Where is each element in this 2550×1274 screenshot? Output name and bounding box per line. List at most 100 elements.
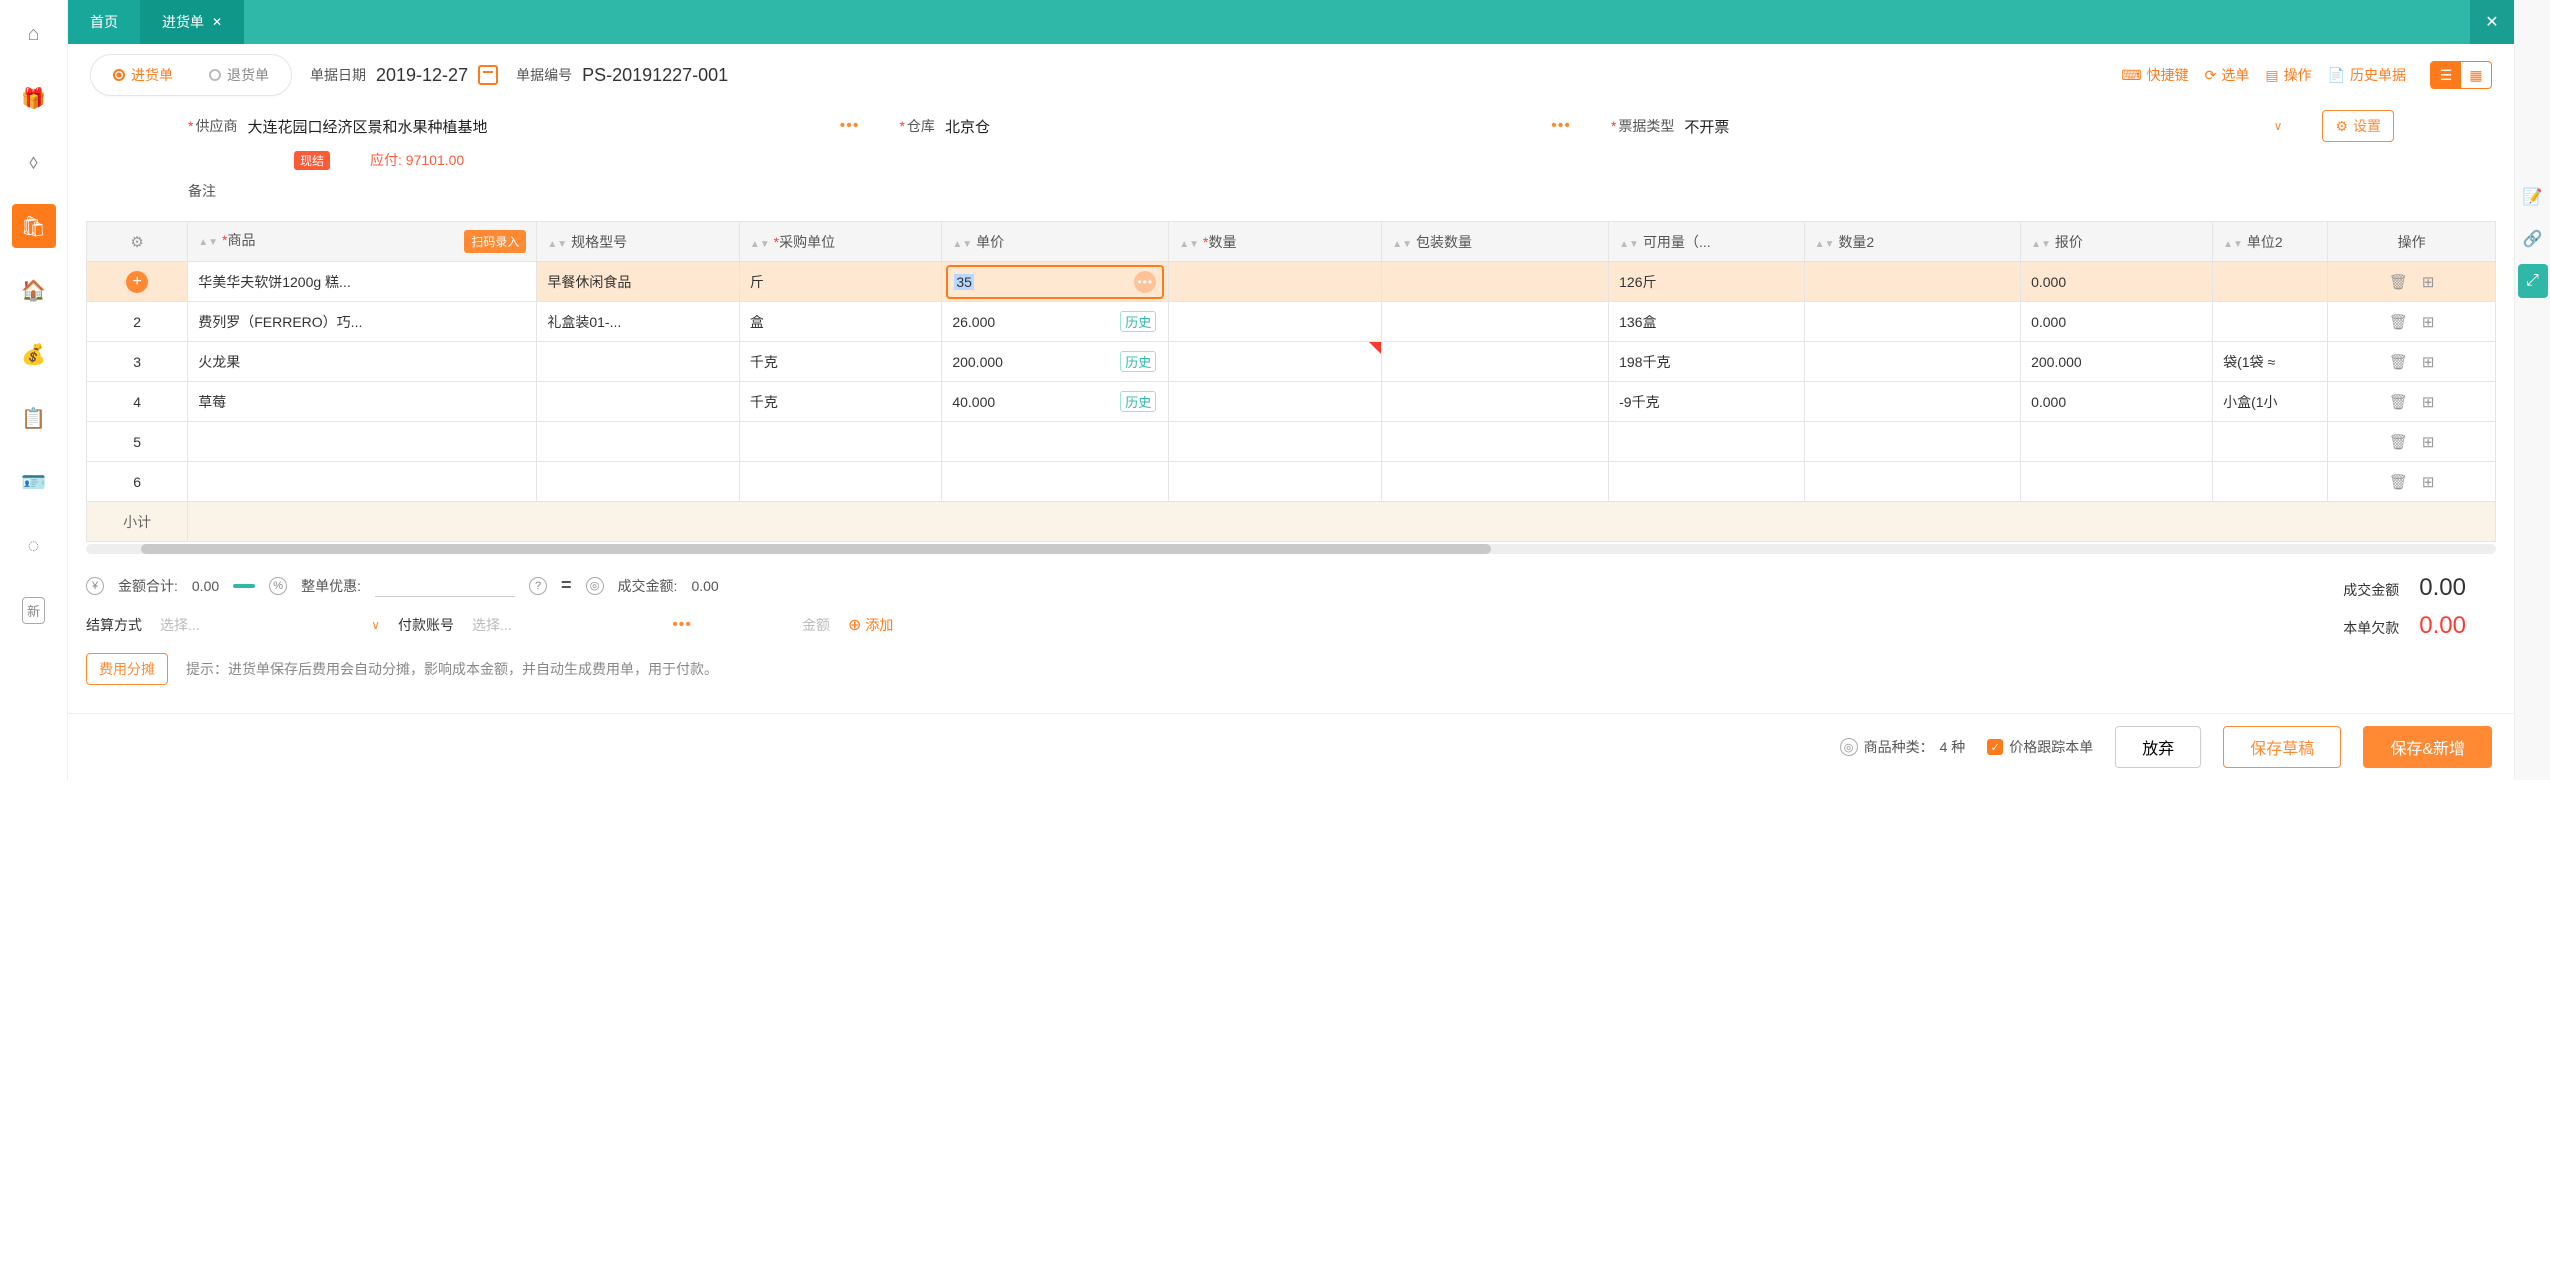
cell-unit2[interactable]: 小盒(1小 — [2213, 382, 2328, 422]
cell-qty2[interactable] — [1804, 302, 2020, 342]
cell-quote[interactable] — [2021, 462, 2213, 502]
id-card-icon[interactable]: 🪪 — [12, 460, 56, 504]
cell-quote[interactable] — [2021, 422, 2213, 462]
money-bag-icon[interactable]: 💰 — [12, 332, 56, 376]
cell-price[interactable]: 40.000 历史 — [942, 382, 1169, 422]
pill-out[interactable]: 退货单 — [191, 61, 287, 89]
history-tag[interactable]: 历史 — [1120, 391, 1156, 412]
delete-row-icon[interactable]: 🗑 — [2389, 353, 2408, 371]
tab-home[interactable]: 首页 — [68, 0, 140, 44]
supplier-more-icon[interactable]: ••• — [840, 117, 860, 135]
cell-qty[interactable] — [1169, 302, 1382, 342]
copy-row-icon[interactable]: ⊞ — [2422, 393, 2435, 411]
cell-qty[interactable] — [1169, 462, 1382, 502]
add-row-icon[interactable]: + — [126, 271, 148, 293]
cell-pack[interactable] — [1382, 462, 1609, 502]
delete-row-icon[interactable]: 🗑 — [2389, 273, 2408, 291]
amount-input[interactable]: 金额 — [710, 615, 830, 635]
close-tab-icon[interactable]: ✕ — [212, 15, 222, 29]
close-window-icon[interactable]: ✕ — [2470, 0, 2514, 44]
clipboard-icon[interactable]: 📋 — [12, 396, 56, 440]
cell-spec[interactable] — [537, 422, 739, 462]
warehouse-value[interactable]: 北京仓 — [945, 116, 990, 137]
tab-purchase[interactable]: 进货单 ✕ — [140, 0, 244, 44]
cell-quote[interactable]: 200.000 — [2021, 342, 2213, 382]
cell-pack[interactable] — [1382, 262, 1609, 302]
delete-row-icon[interactable]: 🗑 — [2389, 433, 2408, 451]
col-price[interactable]: ▲▼单价 — [942, 222, 1169, 262]
col-avail[interactable]: ▲▼可用量（... — [1609, 222, 1805, 262]
col-quote[interactable]: ▲▼报价 — [2021, 222, 2213, 262]
copy-row-icon[interactable]: ⊞ — [2422, 353, 2435, 371]
history-tag[interactable]: 历史 — [1120, 351, 1156, 372]
shortcut-action[interactable]: ⌨快捷键 — [2121, 65, 2188, 85]
bag-icon[interactable]: 🛍 — [12, 204, 56, 248]
view-list-icon[interactable]: ☰ — [2431, 62, 2461, 88]
copy-row-icon[interactable]: ⊞ — [2422, 273, 2435, 291]
cell-unit2[interactable] — [2213, 462, 2328, 502]
cell-product[interactable] — [188, 422, 537, 462]
cell-product[interactable] — [188, 462, 537, 502]
cell-product[interactable]: 火龙果 — [188, 342, 537, 382]
home-alt-icon[interactable]: ⌂ — [12, 12, 56, 56]
price-track[interactable]: ✓ 价格跟踪本单 — [1987, 737, 2093, 757]
payacct-select[interactable]: 选择...••• — [472, 615, 692, 635]
scan-badge[interactable]: 扫码录入 — [464, 230, 526, 253]
cell-unit[interactable] — [739, 462, 941, 502]
cell-unit[interactable]: 盒 — [739, 302, 941, 342]
invoice-chevron-icon[interactable]: ∨ — [2274, 119, 2283, 133]
cell-pack[interactable] — [1382, 302, 1609, 342]
col-spec[interactable]: ▲▼规格型号 — [537, 222, 739, 262]
col-qty2[interactable]: ▲▼数量2 — [1804, 222, 2020, 262]
table-scrollbar[interactable] — [86, 544, 2496, 554]
discard-button[interactable]: 放弃 — [2115, 726, 2201, 768]
pick-action[interactable]: ⟳选单 — [2205, 65, 2250, 85]
cell-qty2[interactable] — [1804, 462, 2020, 502]
expand-icon[interactable]: ⤢ — [2518, 264, 2548, 298]
cell-qty2[interactable] — [1804, 382, 2020, 422]
cell-pack[interactable] — [1382, 382, 1609, 422]
dollar-house-icon[interactable]: ⬨ — [12, 140, 56, 184]
cell-product[interactable]: 草莓 — [188, 382, 537, 422]
cell-qty[interactable] — [1169, 382, 1382, 422]
note-icon[interactable]: 📝 — [2518, 180, 2548, 214]
discount-input[interactable] — [375, 574, 515, 597]
cell-product[interactable]: 费列罗（FERRERO）巧... — [188, 302, 537, 342]
cell-quote[interactable]: 0.000 — [2021, 262, 2213, 302]
delete-row-icon[interactable]: 🗑 — [2389, 313, 2408, 331]
cell-unit2[interactable] — [2213, 302, 2328, 342]
price-more-icon[interactable]: ••• — [1134, 271, 1156, 293]
cell-price[interactable] — [942, 422, 1169, 462]
cell-unit[interactable]: 千克 — [739, 342, 941, 382]
col-product[interactable]: ▲▼*商品扫码录入 — [188, 222, 537, 262]
copy-row-icon[interactable]: ⊞ — [2422, 433, 2435, 451]
col-settings[interactable]: ⚙ — [87, 222, 188, 262]
delete-row-icon[interactable]: 🗑 — [2389, 473, 2408, 491]
copy-row-icon[interactable]: ⊞ — [2422, 473, 2435, 491]
cell-spec[interactable]: 早餐休闲食品 — [537, 262, 739, 302]
pill-in[interactable]: 进货单 — [95, 61, 191, 89]
col-pack[interactable]: ▲▼包装数量 — [1382, 222, 1609, 262]
history-action[interactable]: 📄历史单据 — [2328, 65, 2406, 85]
col-unit[interactable]: ▲▼*采购单位 — [739, 222, 941, 262]
gift-icon[interactable]: 🎁 — [12, 76, 56, 120]
cell-qty[interactable] — [1169, 342, 1382, 382]
cell-spec[interactable] — [537, 342, 739, 382]
cell-qty[interactable] — [1169, 262, 1382, 302]
cell-unit[interactable] — [739, 422, 941, 462]
cell-price[interactable] — [942, 462, 1169, 502]
new-badge-icon[interactable]: 新 — [12, 588, 56, 632]
cell-quote[interactable]: 0.000 — [2021, 382, 2213, 422]
cell-qty[interactable] — [1169, 422, 1382, 462]
history-tag[interactable]: 历史 — [1120, 311, 1156, 332]
view-grid-icon[interactable]: ▦ — [2461, 62, 2491, 88]
col-unit2[interactable]: ▲▼单位2 — [2213, 222, 2328, 262]
cell-price[interactable]: 200.000 历史 — [942, 342, 1169, 382]
col-qty[interactable]: ▲▼*数量 — [1169, 222, 1382, 262]
cell-unit[interactable]: 千克 — [739, 382, 941, 422]
cell-unit2[interactable]: 袋(1袋 ≈ — [2213, 342, 2328, 382]
copy-row-icon[interactable]: ⊞ — [2422, 313, 2435, 331]
delete-row-icon[interactable]: 🗑 — [2389, 393, 2408, 411]
calendar-icon[interactable] — [478, 65, 498, 85]
help-icon[interactable]: ? — [529, 577, 547, 595]
